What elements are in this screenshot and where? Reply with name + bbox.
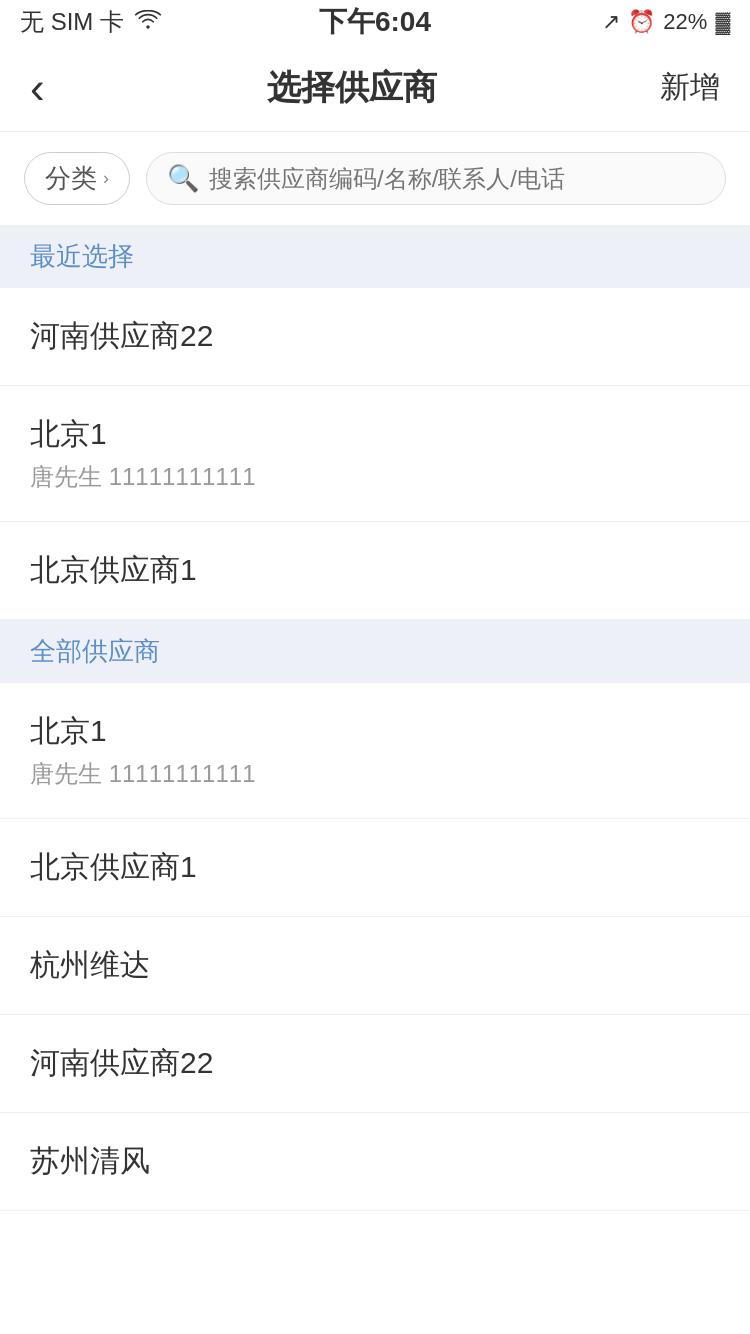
category-filter-button[interactable]: 分类 ›: [24, 152, 130, 205]
list-item[interactable]: 北京1 唐先生 11111111111: [0, 386, 750, 522]
back-button[interactable]: ‹: [30, 63, 45, 113]
battery-label: 22%: [663, 9, 707, 35]
search-icon: 🔍: [167, 163, 199, 194]
item-name: 杭州维达: [30, 945, 720, 986]
item-name: 北京供应商1: [30, 847, 720, 888]
item-contact: 唐先生 11111111111: [30, 461, 720, 493]
recent-items-list: 河南供应商22 北京1 唐先生 11111111111 北京供应商1: [0, 288, 750, 620]
page-title: 选择供应商: [267, 65, 437, 111]
list-item[interactable]: 苏州清风: [0, 1113, 750, 1211]
nav-bar: ‹ 选择供应商 新增: [0, 44, 750, 132]
list-item[interactable]: 杭州维达: [0, 917, 750, 1015]
search-container: 🔍: [146, 152, 726, 205]
list-item[interactable]: 北京供应商1: [0, 819, 750, 917]
item-name: 北京1: [30, 414, 720, 455]
search-input[interactable]: [209, 165, 705, 193]
item-name: 河南供应商22: [30, 1043, 720, 1084]
alarm-icon: ⏰: [628, 9, 655, 35]
item-name: 北京供应商1: [30, 550, 720, 591]
item-name: 北京1: [30, 711, 720, 752]
filter-bar: 分类 › 🔍: [0, 132, 750, 225]
list-item[interactable]: 河南供应商22: [0, 288, 750, 386]
item-name: 河南供应商22: [30, 316, 720, 357]
list-item[interactable]: 河南供应商22: [0, 1015, 750, 1113]
battery-icon: ▓: [715, 11, 730, 34]
add-button[interactable]: 新增: [660, 67, 720, 108]
item-contact: 唐先生 11111111111: [30, 758, 720, 790]
status-time: 下午6:04: [319, 3, 431, 41]
carrier-label: 无 SIM 卡: [20, 6, 124, 38]
status-right: ↗ ⏰ 22% ▓: [602, 9, 730, 35]
all-section-label: 全部供应商: [30, 636, 160, 666]
wifi-icon: [134, 8, 162, 36]
location-icon: ↗: [602, 9, 620, 35]
category-label: 分类: [45, 161, 97, 196]
chevron-right-icon: ›: [103, 168, 109, 189]
all-items-list: 北京1 唐先生 11111111111 北京供应商1 杭州维达河南供应商22 苏州清风: [0, 683, 750, 1211]
list-item[interactable]: 北京1 唐先生 11111111111: [0, 683, 750, 819]
list-item[interactable]: 北京供应商1: [0, 522, 750, 620]
recent-section-label: 最近选择: [30, 241, 134, 271]
recent-section-header: 最近选择: [0, 225, 750, 288]
item-name: 苏州清风: [30, 1141, 720, 1182]
all-section-header: 全部供应商: [0, 620, 750, 683]
status-left: 无 SIM 卡: [20, 6, 162, 38]
status-bar: 无 SIM 卡 下午6:04 ↗ ⏰ 22% ▓: [0, 0, 750, 44]
